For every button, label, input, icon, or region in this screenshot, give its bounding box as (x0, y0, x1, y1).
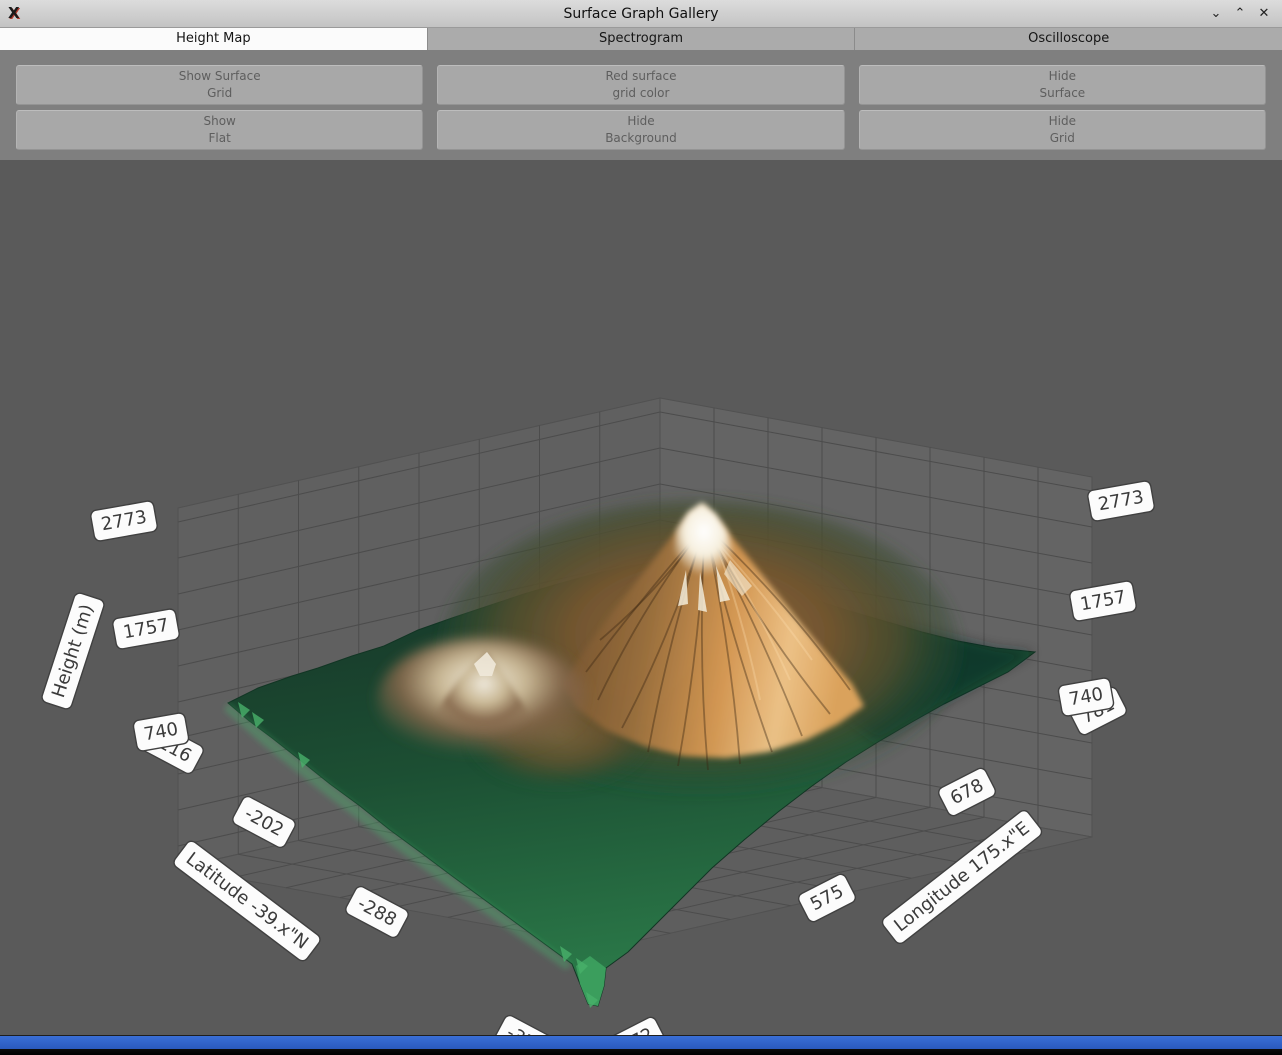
tab-spectrogram[interactable]: Spectrogram (428, 28, 856, 50)
surface-grid-color-button[interactable]: Red surface grid color (437, 65, 844, 105)
window-controls: ⌄ ⌃ ✕ (1208, 7, 1282, 20)
surface-plot-canvas[interactable]: 781678575472Longitude 175.x"E-116-202-28… (0, 160, 1282, 1055)
axis-tick-label: 2773 (90, 500, 158, 542)
surface-plot[interactable]: 781678575472Longitude 175.x"E-116-202-28… (0, 160, 1282, 1055)
height-axis-title: Height (m) (41, 592, 106, 711)
hide-surface-button[interactable]: Hide Surface (859, 65, 1266, 105)
button-label: Hide (627, 113, 654, 130)
show-flat-button[interactable]: Show Flat (16, 110, 423, 150)
close-icon[interactable]: ✕ (1256, 7, 1272, 20)
button-label: Flat (209, 130, 231, 147)
toolbar: Show Surface Grid Red surface grid color… (0, 50, 1282, 160)
button-label: Show Surface (179, 68, 261, 85)
app-icon: X (8, 6, 20, 21)
button-label: Surface (1039, 85, 1085, 102)
axis-tick-label: 1757 (112, 608, 180, 650)
tab-bar: Height Map Spectrogram Oscilloscope (0, 28, 1282, 50)
shade-icon[interactable]: ⌄ (1208, 7, 1224, 20)
button-label: Show (203, 113, 235, 130)
button-label: Red surface (606, 68, 677, 85)
tab-oscilloscope[interactable]: Oscilloscope (855, 28, 1282, 50)
button-label: grid color (613, 85, 670, 102)
app-window: X Surface Graph Gallery ⌄ ⌃ ✕ Height Map… (0, 0, 1282, 1055)
window-title: Surface Graph Gallery (0, 6, 1282, 22)
button-label: Background (605, 130, 677, 147)
maximize-icon[interactable]: ⌃ (1232, 7, 1248, 20)
button-label: Grid (1050, 130, 1075, 147)
hide-grid-button[interactable]: Hide Grid (859, 110, 1266, 150)
desktop-taskbar[interactable] (0, 1035, 1282, 1055)
button-label: Grid (207, 85, 232, 102)
button-label: Hide (1049, 68, 1076, 85)
tab-height-map[interactable]: Height Map (0, 28, 428, 50)
titlebar[interactable]: X Surface Graph Gallery ⌄ ⌃ ✕ (0, 0, 1282, 28)
hide-background-button[interactable]: Hide Background (437, 110, 844, 150)
toggle-surface-grid-button[interactable]: Show Surface Grid (16, 65, 423, 105)
axis-tick-label: 2773 (1087, 480, 1155, 522)
button-label: Hide (1049, 113, 1076, 130)
